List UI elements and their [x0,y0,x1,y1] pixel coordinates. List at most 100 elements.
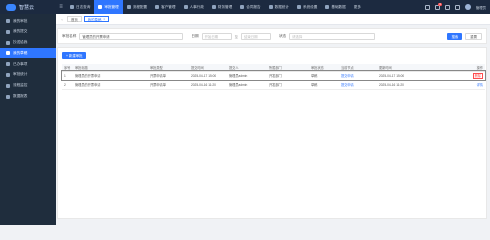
tab-label: 我的草稿 [87,17,102,22]
column-header: 提交时间 [189,64,227,72]
date-start-input[interactable]: 开始日期 [201,32,232,40]
sidebar-item-my-submissions[interactable]: 我的提交 [0,27,56,37]
search-icon[interactable] [424,4,430,10]
sidebar-icon [6,83,10,88]
column-header: 序号 [62,64,73,72]
page-tabs: ‹ 首页 我的草稿 × [56,14,490,25]
logo[interactable]: 智慧云 [0,0,56,14]
avatar[interactable] [464,4,471,10]
row-time: 2025-04-16 11:20 [189,80,227,90]
delete-button[interactable]: 删除 [472,73,483,79]
nav-item-basedata[interactable]: 基础数据 [321,0,349,14]
user-name[interactable]: 管理员 [476,5,486,10]
nav-icon [98,5,103,9]
nav-item-hr[interactable]: 人事行政 [180,0,208,14]
nav-label: 审批管理 [104,4,119,9]
column-header: 审批类型 [148,64,189,72]
sidebar-item-stats[interactable]: 审批统计 [0,70,56,80]
row-updated: 2025-04-16 11:20 [377,80,420,90]
nav-item-settings[interactable]: 系统设置 [293,0,321,14]
tab-drafts[interactable]: 我的草稿 × [83,16,110,22]
nav-label: 日志查询 [76,4,91,9]
top-bar: 智慧云 ≡ 日志查询 审批管理 流程配置 客户管理 人事行政 财务管理 合同报告… [0,0,490,14]
nav-item-customers[interactable]: 客户管理 [151,0,179,14]
sidebar-icon [6,72,10,77]
nav-item-more[interactable]: 更多 [350,0,365,14]
sidebar-item-my-approvals[interactable]: 我的审批 [0,16,56,26]
sidebar-item-drafts[interactable]: 我的草稿 [0,48,56,59]
search-button[interactable]: 搜索 [447,32,463,40]
row-type: 开票申请单 [148,80,189,90]
nav-icon [240,5,245,9]
nav-label: 流程配置 [132,4,148,9]
table-row[interactable]: 1 管理员的开票申请 开票申请单 2025-04-17 15:00 管理员adm… [61,70,486,81]
nav-label: 人事行政 [189,4,204,9]
sidebar-item-label: 流程监控 [13,83,28,88]
nav-item-stats[interactable]: 数据统计 [265,0,293,14]
sidebar-item-label: 我的草稿 [13,50,28,55]
nav-label: 客户管理 [161,4,176,9]
sidebar-icon [6,40,10,45]
nav-icon [211,5,216,9]
nav-item-approval[interactable]: 审批管理 [94,0,123,14]
logo-icon [6,3,16,11]
sidebar-icon [6,94,10,99]
row-number: 2 [62,80,73,90]
chevron-left-icon[interactable]: ‹ [59,16,65,22]
sidebar: 我的审批 我的提交 抄送给我 我的草稿 已办事项 审批统计 流程监控 数据报表 [0,14,56,225]
row-actions: 删除 [420,71,485,81]
row-dept: 开发部门 [267,71,309,81]
menu-toggle-icon[interactable]: ≡ [56,0,66,14]
name-label: 审批名称 [62,33,77,38]
draft-table: 序号 审批标题 审批类型 提交时间 提交人 所属部门 审批状态 当前节点 更新时… [61,64,486,90]
fullscreen-icon[interactable] [444,4,450,10]
nav-label: 更多 [353,4,361,9]
detail-link[interactable]: 详情 [477,83,483,87]
reset-button[interactable]: 重置 [465,32,482,40]
row-title: 管理员的开票申请 [73,80,148,90]
row-number: 1 [62,71,73,81]
bell-icon[interactable]: 9 [434,2,442,10]
sidebar-item-label: 我的提交 [13,29,28,34]
nav-label: 基础数据 [331,4,346,9]
nav-item-contracts[interactable]: 合同报告 [236,0,264,14]
row-title: 管理员的开票申请 [73,71,148,81]
nav-label: 合同报告 [246,4,261,9]
add-approval-button[interactable]: + 新建审批 [62,52,87,59]
nav-label: 财务管理 [217,4,233,9]
name-input[interactable]: 管理员的开票申请 [79,32,184,40]
sidebar-item-reports[interactable]: 数据报表 [0,92,56,102]
row-user: 管理员admin [227,71,267,81]
nav-item-logs[interactable]: 日志查询 [66,0,94,14]
column-header: 审批状态 [309,64,339,72]
nav-icon [155,5,160,9]
row-node: 提交申请 [339,71,377,81]
row-status: 草稿 [309,80,339,90]
top-right-tools: 9 管理员 [424,0,486,14]
tab-label: 首页 [71,17,78,22]
nav-icon [325,5,330,9]
date-end-input[interactable]: 结束日期 [240,32,271,40]
table-row[interactable]: 2 管理员的开票申请 开票申请单 2025-04-16 11:20 管理员adm… [62,80,485,90]
logo-text: 智慧云 [19,4,35,11]
settings-icon[interactable] [454,4,460,10]
row-actions: 详情 [420,80,485,90]
close-icon[interactable]: × [103,17,105,21]
nav-icon [70,5,74,9]
sidebar-item-monitor[interactable]: 流程监控 [0,81,56,91]
row-node: 提交申请 [339,80,377,90]
column-header: 操作 [420,64,485,72]
status-select[interactable]: 请选择 [289,32,376,40]
nav-label: 系统设置 [303,4,318,9]
date-separator: 至 [234,34,238,39]
sidebar-icon [6,29,10,34]
nav-icon [126,5,131,9]
nav-item-finance[interactable]: 财务管理 [208,0,236,14]
sidebar-item-cc[interactable]: 抄送给我 [0,38,56,48]
sidebar-item-done[interactable]: 已办事项 [0,59,56,69]
row-dept: 开发部门 [267,80,309,90]
status-label: 状态 [278,33,287,38]
nav-icon [297,5,301,9]
tab-home[interactable]: 首页 [67,16,82,22]
nav-item-flow[interactable]: 流程配置 [123,0,151,14]
